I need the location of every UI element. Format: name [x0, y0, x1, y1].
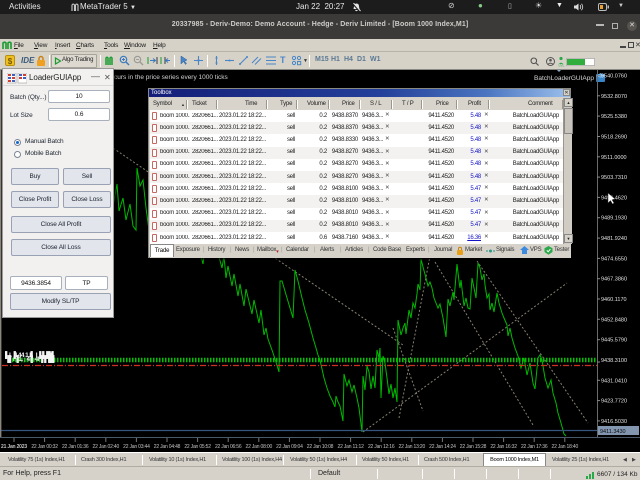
svg-text:9481.9240: 9481.9240: [601, 236, 627, 242]
svg-text:9445.5790: 9445.5790: [601, 338, 627, 344]
svg-text:22 Jan 13:20: 22 Jan 13:20: [399, 444, 426, 450]
svg-text:22 Jan 11:12: 22 Jan 11:12: [338, 444, 365, 450]
svg-text:LVL: LVL: [559, 64, 565, 68]
svg-text:9452.8480: 9452.8480: [601, 317, 627, 323]
svg-text:9423.7720: 9423.7720: [601, 399, 627, 405]
svg-text:22 Jan 03:44: 22 Jan 03:44: [123, 444, 150, 450]
svg-text:9525.5380: 9525.5380: [601, 114, 627, 120]
svg-text:22 Jan 04:48: 22 Jan 04:48: [154, 444, 181, 450]
svg-text:9474.6550: 9474.6550: [601, 256, 627, 262]
svg-text:22 Jan 01:36: 22 Jan 01:36: [62, 444, 89, 450]
svg-text:22 Jan 02:40: 22 Jan 02:40: [93, 444, 120, 450]
svg-text:▌I.▐I 44 1.I▌ I▐ ▌█I▌: ▌I.▐I 44 1.I▌ I▐ ▌█I▌: [5, 351, 55, 359]
svg-text:9460.1170: 9460.1170: [601, 297, 627, 303]
svg-text:22 Jan 06:56: 22 Jan 06:56: [215, 444, 242, 450]
svg-text:9540.0760: 9540.0760: [601, 74, 627, 80]
svg-text:9532.8070: 9532.8070: [601, 94, 627, 100]
svg-text:9431.0410: 9431.0410: [601, 378, 627, 384]
svg-text:22 Jan 17:36: 22 Jan 17:36: [521, 444, 548, 450]
svg-text:9416.5030: 9416.5030: [601, 419, 627, 425]
svg-text:22 Jan 08:00: 22 Jan 08:00: [246, 444, 273, 450]
svg-text:22 Jan 16:32: 22 Jan 16:32: [490, 444, 517, 450]
svg-text:22 Jan 12:16: 22 Jan 12:16: [368, 444, 395, 450]
svg-text:22 Jan 10:08: 22 Jan 10:08: [307, 444, 334, 450]
svg-text:curs in the price series every: curs in the price series every 1000 tick…: [114, 74, 229, 81]
svg-text:9438.3100: 9438.3100: [601, 358, 627, 364]
svg-text:22 Jan 14:24: 22 Jan 14:24: [429, 444, 456, 450]
svg-text:BatchLoaderGUIApp: BatchLoaderGUIApp: [534, 75, 594, 82]
svg-text:22 Jan 05:52: 22 Jan 05:52: [184, 444, 211, 450]
svg-text:9518.2690: 9518.2690: [601, 135, 627, 141]
svg-text:22 Jan 18:40: 22 Jan 18:40: [552, 444, 579, 450]
svg-text:22 Jan 00:32: 22 Jan 00:32: [31, 444, 58, 450]
svg-text:22 Jan 09:04: 22 Jan 09:04: [276, 444, 303, 450]
svg-text:9411.3430: 9411.3430: [600, 429, 626, 435]
svg-text:9489.1930: 9489.1930: [601, 216, 627, 222]
svg-text:22 Jan 15:28: 22 Jan 15:28: [460, 444, 487, 450]
svg-text:9503.7310: 9503.7310: [601, 175, 627, 181]
svg-text:21 Jan 2023: 21 Jan 2023: [1, 444, 27, 450]
svg-text:9511.0000: 9511.0000: [601, 155, 627, 161]
svg-text:9467.3860: 9467.3860: [601, 277, 627, 283]
